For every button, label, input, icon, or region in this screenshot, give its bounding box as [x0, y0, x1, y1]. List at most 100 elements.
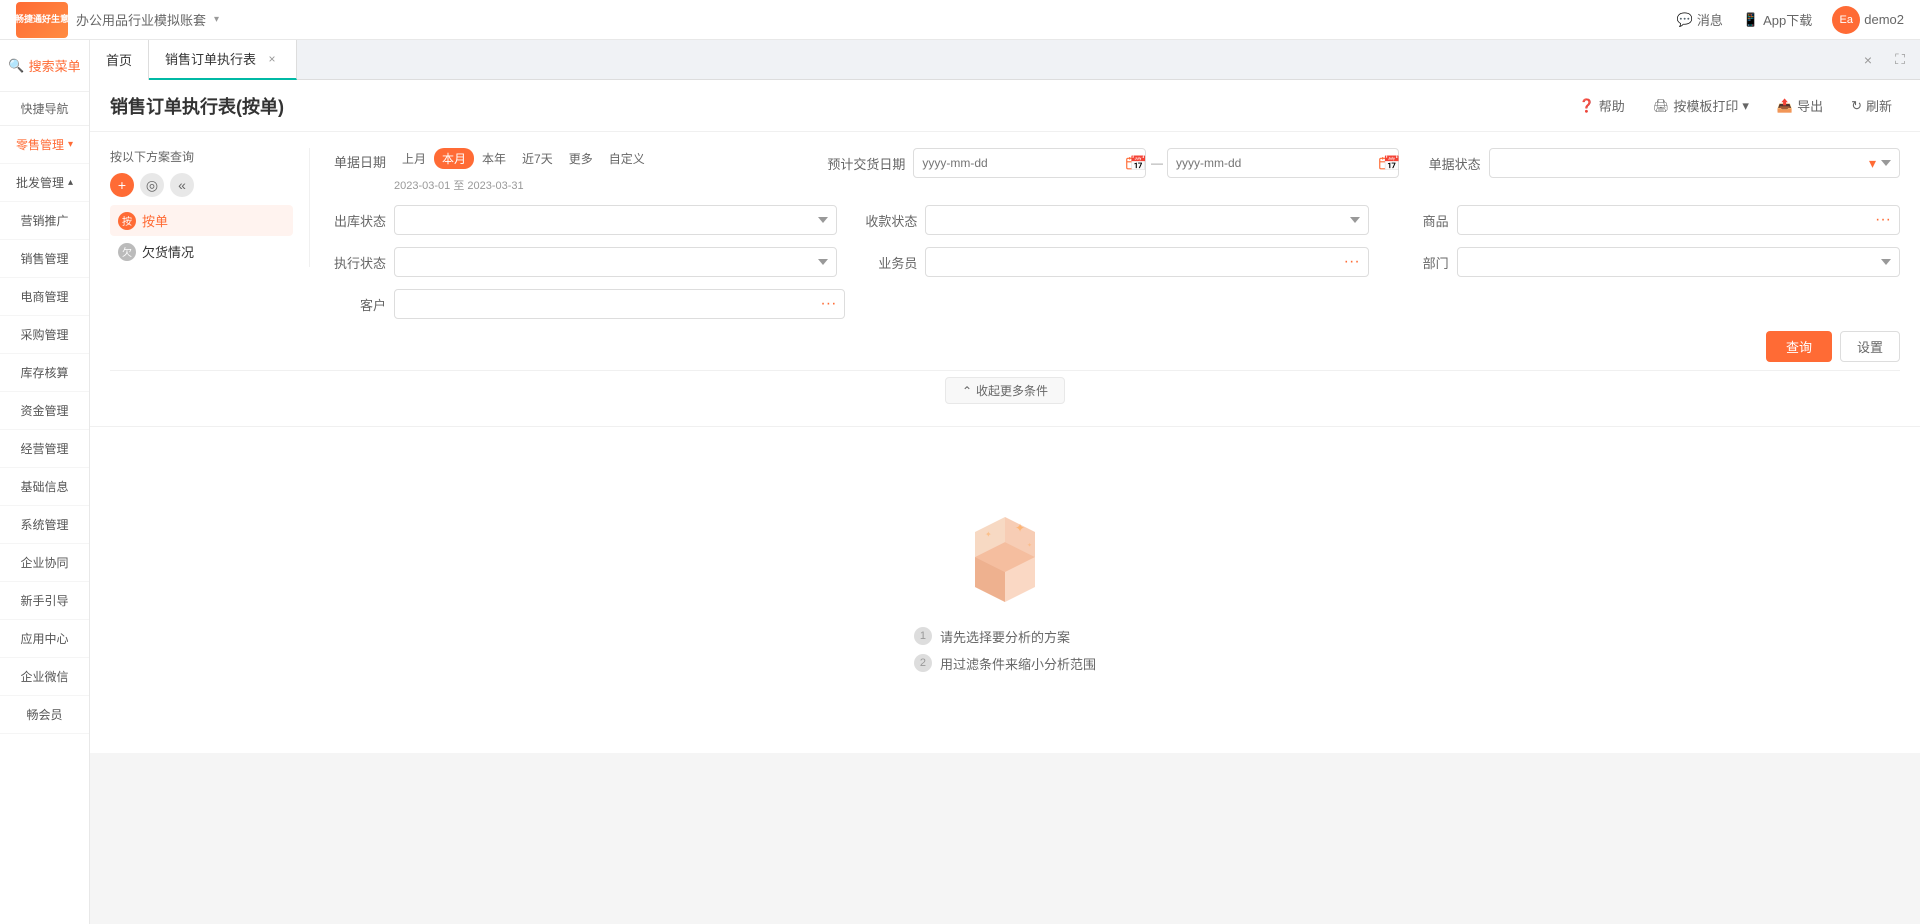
empty-tip-2: 2 用过滤条件来缩小分析范围 — [914, 654, 1096, 673]
app-download-icon: 📱 — [1743, 12, 1759, 28]
scheme-item-press[interactable]: 按 按单 — [110, 205, 293, 236]
page-content: 销售订单执行表(按单) ❓ 帮助 🖨 按模板打印 ▾ 📤 — [90, 80, 1920, 924]
app-logo: 畅捷通好生意 — [16, 2, 68, 38]
customer-dots-icon: ··· — [820, 295, 836, 313]
date-tab-custom[interactable]: 自定义 — [601, 148, 653, 169]
sidebar-item-enterprise[interactable]: 企业协同 — [0, 544, 89, 582]
main-layout: 🔍 搜索菜单 快捷导航 零售管理 ▾ 批发管理 ▴ 营销推广 销售管理 电商管理… — [0, 40, 1920, 924]
avatar: Ea — [1832, 6, 1860, 34]
refresh-btn[interactable]: ↻ 刷新 — [1843, 92, 1900, 119]
collapse-btn[interactable]: ⌃ 收起更多条件 — [945, 377, 1065, 404]
date-tab-this-year[interactable]: 本年 — [474, 148, 514, 169]
search-menu-button[interactable]: 🔍 搜索菜单 — [8, 50, 81, 81]
print-icon: 🖨 — [1653, 98, 1670, 114]
export-btn[interactable]: 📤 导出 — [1769, 92, 1831, 119]
help-btn[interactable]: ❓ 帮助 — [1571, 92, 1633, 119]
chevron-icon-retail: ▾ — [68, 139, 73, 150]
sidebar: 🔍 搜索菜单 快捷导航 零售管理 ▾ 批发管理 ▴ 营销推广 销售管理 电商管理… — [0, 40, 90, 924]
filter-item-execution: 执行状态 — [326, 247, 837, 277]
date-tab-last-month[interactable]: 上月 — [394, 148, 434, 169]
delivery-select[interactable] — [394, 205, 837, 235]
settings-button[interactable]: 设置 — [1840, 331, 1900, 362]
collapse-row: ⌃ 收起更多条件 — [110, 370, 1900, 410]
sidebar-item-appstore[interactable]: 应用中心 — [0, 620, 89, 658]
status-select[interactable] — [1489, 148, 1900, 178]
page-actions: ❓ 帮助 🖨 按模板打印 ▾ 📤 导出 ↻ — [1571, 92, 1900, 119]
export-icon: 📤 — [1777, 98, 1793, 114]
tab-close-icon[interactable]: × — [264, 51, 280, 67]
empty-tip-1: 1 请先选择要分析的方案 — [914, 627, 1096, 646]
sidebar-item-operation[interactable]: 经营管理 — [0, 430, 89, 468]
sidebar-item-retail[interactable]: 零售管理 ▾ — [0, 126, 89, 164]
date-tabs: 上月 本月 本年 近7天 更多 自定义 — [394, 148, 805, 169]
sidebar-item-marketing[interactable]: 营销推广 — [0, 202, 89, 240]
filter-row: 按以下方案查询 + ◎ « — [110, 148, 1900, 319]
sidebar-item-member[interactable]: 畅会员 — [0, 696, 89, 734]
delivery-label: 出库状态 — [326, 211, 386, 230]
empty-state: ✦ ✦ ✦ 1 请先选择要分析的方案 2 用过滤条件来缩小分析范围 — [90, 427, 1920, 753]
scheme-title: 按以下方案查询 — [110, 148, 293, 165]
filter-item-expected-date: 预计交货日期 📅 — 📅 — [825, 148, 1400, 178]
scheme-item-debt[interactable]: 欠 欠货情况 — [110, 236, 293, 267]
sidebar-item-wholesale[interactable]: 批发管理 ▴ — [0, 164, 89, 202]
date-tab-7days[interactable]: 近7天 — [514, 148, 561, 169]
sidebar-item-system[interactable]: 系统管理 — [0, 506, 89, 544]
maximize-btn[interactable]: ⛶ — [1888, 48, 1912, 72]
tip1-num: 1 — [914, 627, 932, 645]
filter-item-goods: 商品 ··· — [1389, 205, 1900, 235]
filter-item-department: 部门 — [1389, 247, 1900, 277]
date-tab-more[interactable]: 更多 — [561, 148, 601, 169]
goods-selector[interactable]: ··· — [1457, 205, 1900, 235]
date-separator: — — [1151, 156, 1163, 170]
add-icon: + — [118, 177, 126, 193]
sidebar-item-finance[interactable]: 资金管理 — [0, 392, 89, 430]
sidebar-quick-nav[interactable]: 快捷导航 — [0, 92, 89, 126]
salesperson-selector[interactable]: ··· — [925, 247, 1368, 277]
salesperson-label: 业务员 — [857, 253, 917, 272]
add-scheme-btn[interactable]: + — [110, 173, 134, 197]
payment-select[interactable] — [925, 205, 1368, 235]
expected-date-from[interactable] — [913, 148, 1145, 178]
expected-date-to[interactable] — [1167, 148, 1399, 178]
scheme-icon-debt: 欠 — [118, 243, 136, 261]
search-icon: 🔍 — [8, 58, 24, 74]
message-btn[interactable]: 💬 消息 — [1677, 10, 1723, 29]
svg-text:✦: ✦ — [985, 530, 992, 539]
scheme-actions: + ◎ « — [110, 173, 293, 197]
filter-item-bill-status: 单据状态 ▾ — [1421, 148, 1900, 178]
sidebar-item-basic[interactable]: 基础信息 — [0, 468, 89, 506]
tip2-num: 2 — [914, 654, 932, 672]
sidebar-item-sales[interactable]: 销售管理 — [0, 240, 89, 278]
sidebar-item-purchase[interactable]: 采购管理 — [0, 316, 89, 354]
edit-scheme-btn[interactable]: ◎ — [140, 173, 164, 197]
date-tab-this-month[interactable]: 本月 — [434, 148, 474, 169]
sidebar-item-wechat[interactable]: 企业微信 — [0, 658, 89, 696]
tab-home[interactable]: 首页 — [90, 40, 149, 80]
department-select[interactable] — [1457, 247, 1900, 277]
tab-sales-order[interactable]: 销售订单执行表 × — [149, 40, 297, 80]
sidebar-item-ecommerce[interactable]: 电商管理 — [0, 278, 89, 316]
query-button[interactable]: 查询 — [1766, 331, 1832, 362]
collapse-icon: ⌃ — [962, 384, 972, 398]
payment-label: 收款状态 — [857, 211, 917, 230]
filter-row4: 客户 ··· — [326, 289, 1900, 319]
fold-scheme-btn[interactable]: « — [170, 173, 194, 197]
minimize-btn[interactable]: × — [1856, 48, 1880, 72]
app-download-btn[interactable]: 📱 App下载 — [1743, 10, 1812, 29]
sidebar-item-inventory[interactable]: 库存核算 — [0, 354, 89, 392]
collapse-label: 收起更多条件 — [976, 382, 1048, 399]
print-btn[interactable]: 🖨 按模板打印 ▾ — [1645, 92, 1757, 119]
message-label: 消息 — [1697, 10, 1723, 29]
sidebar-search: 🔍 搜索菜单 — [0, 40, 89, 92]
company-title: 办公用品行业模拟账套 — [76, 10, 206, 29]
salesperson-dots-icon: ··· — [1344, 253, 1360, 271]
company-dropdown-icon[interactable]: ▾ — [214, 14, 219, 25]
app-download-label: App下载 — [1763, 10, 1812, 29]
tab-bar: 首页 销售订单执行表 × × ⛶ — [90, 40, 1920, 80]
customer-selector[interactable]: ··· — [394, 289, 845, 319]
svg-text:✦: ✦ — [1027, 542, 1032, 549]
user-profile[interactable]: Ea demo2 — [1832, 6, 1904, 34]
sidebar-item-newbie[interactable]: 新手引导 — [0, 582, 89, 620]
execution-select[interactable] — [394, 247, 837, 277]
department-label: 部门 — [1389, 253, 1449, 272]
